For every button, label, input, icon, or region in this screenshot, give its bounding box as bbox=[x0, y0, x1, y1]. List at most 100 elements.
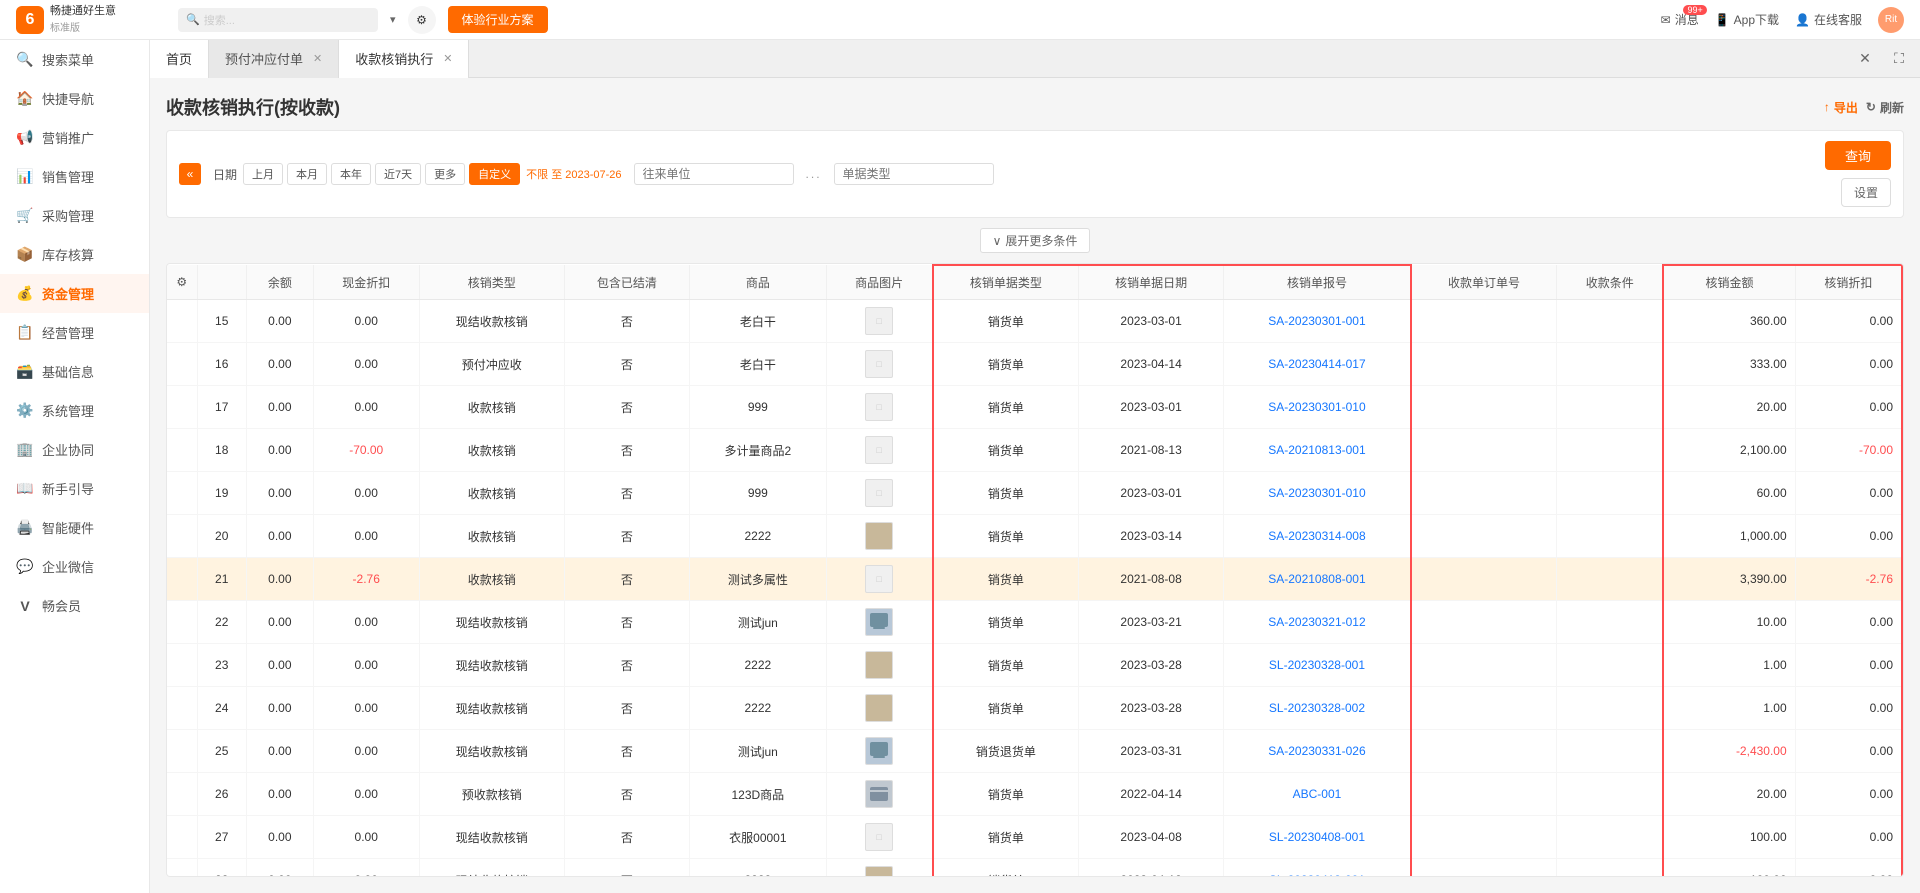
sidebar-item-inventory[interactable]: 📦 库存核算 bbox=[0, 235, 149, 274]
cell-balance: 0.00 bbox=[246, 472, 313, 515]
finance-icon: 💰 bbox=[16, 285, 34, 303]
cell-bill-report-type: 销货单 bbox=[933, 343, 1079, 386]
cell-bill-report-no[interactable]: SA-20210813-001 bbox=[1224, 429, 1411, 472]
cell-product: 测试jun bbox=[690, 601, 826, 644]
bill-report-link[interactable]: SA-20230301-001 bbox=[1268, 314, 1365, 328]
avatar[interactable]: Rit bbox=[1878, 7, 1904, 33]
date-btn-thismonth[interactable]: 本月 bbox=[287, 163, 327, 185]
bill-report-link[interactable]: SL-20230328-002 bbox=[1269, 701, 1365, 715]
cell-bill-report-no[interactable]: ABC-001 bbox=[1224, 773, 1411, 816]
bill-type-input[interactable] bbox=[834, 163, 994, 185]
cell-verify-type: 收款核销 bbox=[419, 429, 564, 472]
sidebar-item-basic[interactable]: 🗃️ 基础信息 bbox=[0, 352, 149, 391]
bill-report-link[interactable]: SA-20230301-010 bbox=[1268, 486, 1365, 500]
sidebar-item-vip[interactable]: V 畅会员 bbox=[0, 586, 149, 625]
tab-close-btn[interactable]: ✕ bbox=[1852, 46, 1878, 72]
col-receipt-order-no: 收款单订单号 bbox=[1411, 265, 1557, 300]
date-btn-lastmonth[interactable]: 上月 bbox=[243, 163, 283, 185]
bill-report-link[interactable]: SA-20210808-001 bbox=[1268, 572, 1365, 586]
cell-bill-report-no[interactable]: SA-20230331-026 bbox=[1224, 730, 1411, 773]
cell-balance: 0.00 bbox=[246, 687, 313, 730]
tab-prepay[interactable]: 预付冲应付单 ✕ bbox=[209, 40, 339, 78]
cell-bill-report-no[interactable]: SA-20230301-010 bbox=[1224, 386, 1411, 429]
cell-bill-report-no[interactable]: SA-20230314-008 bbox=[1224, 515, 1411, 558]
online-service-btn[interactable]: 👤在线客服 bbox=[1795, 11, 1862, 28]
table-row: 28 0.00 0.00 现结收款核销 否 2222 销货单 2023-04-1… bbox=[167, 859, 1902, 878]
cell-bill-report-no[interactable]: SL-20230408-001 bbox=[1224, 816, 1411, 859]
date-btn-more[interactable]: 更多 bbox=[425, 163, 465, 185]
table-row: 21 0.00 -2.76 收款核销 否 测试多属性 □ 销货单 2021-08… bbox=[167, 558, 1902, 601]
cell-contains-settled: 否 bbox=[564, 773, 689, 816]
sidebar-item-business[interactable]: 📋 经营管理 bbox=[0, 313, 149, 352]
cell-bill-report-no[interactable]: SL-20230418-001 bbox=[1224, 859, 1411, 878]
filter-collapse-btn[interactable]: « bbox=[179, 163, 201, 185]
date-btn-7days[interactable]: 近7天 bbox=[375, 163, 421, 185]
top-dropdown[interactable]: ▾ bbox=[390, 13, 396, 26]
expand-conditions-btn[interactable]: ∨ 展开更多条件 bbox=[980, 228, 1091, 253]
sidebar-item-corp[interactable]: 🏢 企业协同 bbox=[0, 430, 149, 469]
cell-bill-report-no[interactable]: SA-20210808-001 bbox=[1224, 558, 1411, 601]
sidebar-item-guide[interactable]: 📖 新手引导 bbox=[0, 469, 149, 508]
tab-collection[interactable]: 收款核销执行 ✕ bbox=[339, 40, 469, 78]
bill-report-link[interactable]: SA-20230414-017 bbox=[1268, 357, 1365, 371]
bill-report-link[interactable]: SA-20230321-012 bbox=[1268, 615, 1365, 629]
sidebar-item-finance[interactable]: 💰 资金管理 bbox=[0, 274, 149, 313]
date-quick-btns: 上月 本月 本年 近7天 更多 自定义 bbox=[243, 163, 520, 185]
col-settings[interactable]: ⚙ bbox=[167, 265, 197, 300]
bill-report-link[interactable]: SL-20230328-001 bbox=[1269, 658, 1365, 672]
bill-report-link[interactable]: SA-20210813-001 bbox=[1268, 443, 1365, 457]
partner-input[interactable] bbox=[634, 163, 794, 185]
sidebar-item-system[interactable]: ⚙️ 系统管理 bbox=[0, 391, 149, 430]
date-btn-custom[interactable]: 自定义 bbox=[469, 163, 520, 185]
cell-bill-report-no[interactable]: SA-20230301-001 bbox=[1224, 300, 1411, 343]
refresh-btn[interactable]: ↻ 刷新 bbox=[1866, 99, 1904, 116]
partner-filter-group bbox=[634, 163, 794, 185]
sidebar-item-wechat[interactable]: 💬 企业微信 bbox=[0, 547, 149, 586]
sidebar-item-purchase[interactable]: 🛒 采购管理 bbox=[0, 196, 149, 235]
cell-balance: 0.00 bbox=[246, 859, 313, 878]
col-seq bbox=[197, 265, 246, 300]
industry-btn[interactable]: 体验行业方案 bbox=[448, 6, 548, 33]
logo-icon: 6 bbox=[16, 6, 44, 34]
search-menu-icon: 🔍 bbox=[16, 51, 34, 69]
sidebar-item-search[interactable]: 🔍 搜索菜单 bbox=[0, 40, 149, 79]
cell-verify-type: 预收款核销 bbox=[419, 773, 564, 816]
tab-prepay-close[interactable]: ✕ bbox=[313, 52, 322, 65]
date-btn-thisyear[interactable]: 本年 bbox=[331, 163, 371, 185]
tab-collection-close[interactable]: ✕ bbox=[443, 52, 452, 65]
cell-balance: 0.00 bbox=[246, 515, 313, 558]
cell-verify-discount: 0.00 bbox=[1795, 386, 1902, 429]
table-row: 19 0.00 0.00 收款核销 否 999 □ 销货单 2023-03-01… bbox=[167, 472, 1902, 515]
cell-seq: 25 bbox=[197, 730, 246, 773]
sidebar-item-hardware[interactable]: 🖨️ 智能硬件 bbox=[0, 508, 149, 547]
tab-expand-btn[interactable]: ⛶ bbox=[1886, 46, 1912, 72]
bill-report-link[interactable]: SA-20230331-026 bbox=[1268, 744, 1365, 758]
export-icon: ↑ bbox=[1824, 100, 1830, 114]
bill-report-link[interactable]: SL-20230418-001 bbox=[1269, 873, 1365, 877]
tab-home[interactable]: 首页 bbox=[150, 40, 209, 78]
cell-contains-settled: 否 bbox=[564, 601, 689, 644]
cell-contains-settled: 否 bbox=[564, 429, 689, 472]
cell-bill-report-no[interactable]: SL-20230328-001 bbox=[1224, 644, 1411, 687]
top-search[interactable]: 🔍搜索... bbox=[178, 8, 378, 32]
cell-bill-report-no[interactable]: SL-20230328-002 bbox=[1224, 687, 1411, 730]
bill-report-link[interactable]: ABC-001 bbox=[1293, 787, 1342, 801]
cell-bill-report-no[interactable]: SA-20230321-012 bbox=[1224, 601, 1411, 644]
setting-btn[interactable]: 设置 bbox=[1841, 178, 1891, 207]
app-download-btn[interactable]: 📱App下载 bbox=[1715, 11, 1779, 28]
query-btn[interactable]: 查询 bbox=[1825, 141, 1891, 170]
cell-settings bbox=[167, 730, 197, 773]
sidebar-item-marketing[interactable]: 📢 营销推广 bbox=[0, 118, 149, 157]
cell-bill-report-no[interactable]: SA-20230301-010 bbox=[1224, 472, 1411, 515]
bill-report-link[interactable]: SA-20230301-010 bbox=[1268, 400, 1365, 414]
table-row: 25 0.00 0.00 现结收款核销 否 测试jun 销货退货单 2023-0… bbox=[167, 730, 1902, 773]
data-table-wrap[interactable]: ⚙ 余额 现金折扣 核销类型 包含已结清 商品 商品图片 核销单据类型 核销单据… bbox=[166, 263, 1904, 877]
message-btn[interactable]: ✉ 99+ 消息 bbox=[1661, 11, 1699, 28]
bill-report-link[interactable]: SA-20230314-008 bbox=[1268, 529, 1365, 543]
sidebar-item-quicknav[interactable]: 🏠 快捷导航 bbox=[0, 79, 149, 118]
sidebar-item-sales[interactable]: 📊 销售管理 bbox=[0, 157, 149, 196]
bill-report-link[interactable]: SL-20230408-001 bbox=[1269, 830, 1365, 844]
export-btn[interactable]: ↑ 导出 bbox=[1824, 99, 1858, 116]
settings-icon[interactable]: ⚙ bbox=[408, 6, 436, 34]
cell-bill-report-no[interactable]: SA-20230414-017 bbox=[1224, 343, 1411, 386]
